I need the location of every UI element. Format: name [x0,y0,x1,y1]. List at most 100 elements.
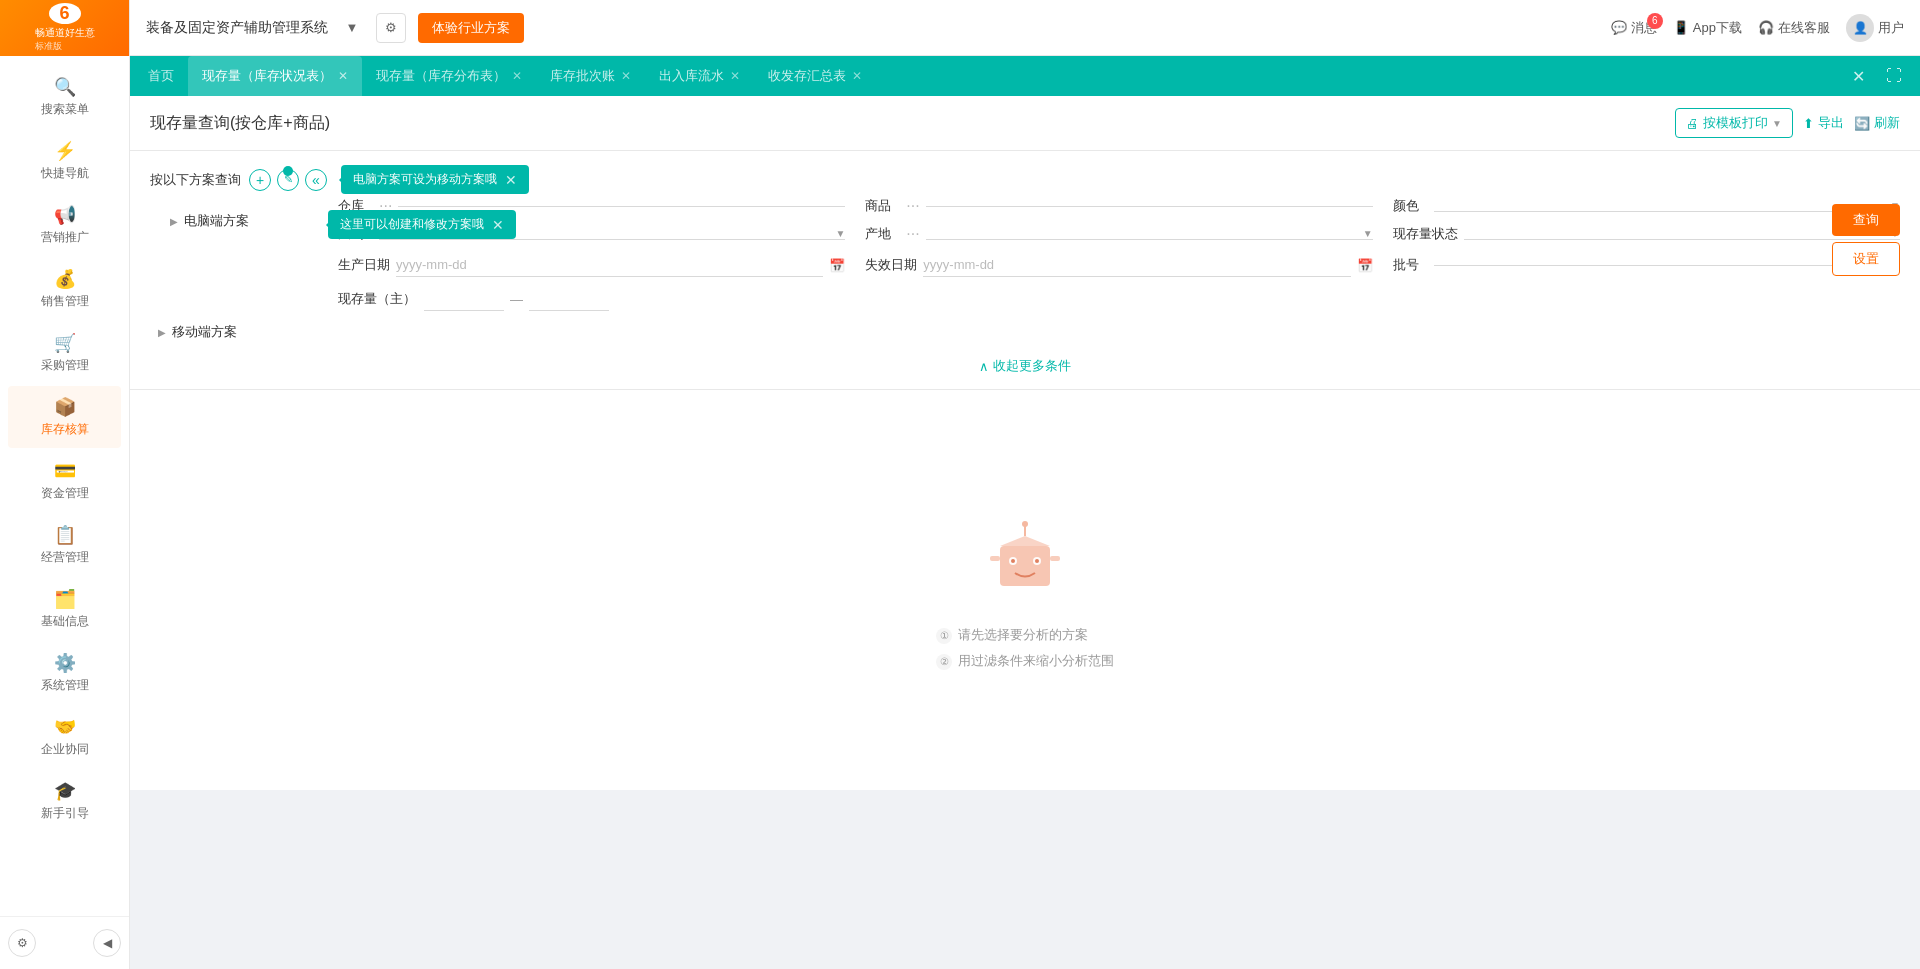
stock-main-from-input[interactable] [424,287,504,311]
tab-maximize-btn[interactable]: ⛶ [1880,62,1908,90]
tooltip1-text: 电脑方案可设为移动方案哦 [353,171,497,188]
app-download-btn[interactable]: 📱 App下载 [1673,19,1742,37]
guide-icon: 🎓 [54,780,76,802]
message-icon: 💬 [1611,20,1627,35]
tab-stock-dist-label: 现存量（库存分布表） [376,67,506,85]
sidebar-item-sales[interactable]: 💰 销售管理 [8,258,121,320]
tab-summary[interactable]: 收发存汇总表 ✕ [754,56,876,96]
sidebar-item-label: 快捷导航 [41,165,89,182]
filter-back-btn[interactable]: « [305,169,327,191]
size-dropdown[interactable]: ▼ [835,228,845,239]
sales-icon: 💰 [54,268,76,290]
goods-dots[interactable]: ··· [906,197,919,215]
tab-stock-dist-close[interactable]: ✕ [512,69,522,83]
tooltip1-close-btn[interactable]: ✕ [505,172,517,188]
service-icon: 🎧 [1758,20,1774,35]
sidebar-collapse-btn[interactable]: ◀ [93,929,121,957]
sidebar-item-finance[interactable]: 💳 资金管理 [8,450,121,512]
scheme-mobile[interactable]: ▶ 移动端方案 [158,315,1900,349]
tab-summary-close[interactable]: ✕ [852,69,862,83]
filter-batch: 批号 [1393,256,1900,274]
sidebar-item-system[interactable]: ⚙️ 系统管理 [8,642,121,704]
sidebar-item-search[interactable]: 🔍 搜索菜单 [8,66,121,128]
svg-rect-0 [1000,546,1050,586]
sidebar-item-quicknav[interactable]: ⚡ 快捷导航 [8,130,121,192]
scheme-arrow: ▶ [170,216,178,227]
data-area: 请先选择要分析的方案 用过滤条件来缩小分析范围 [130,390,1920,790]
filter-production-date: 生产日期 📅 [338,253,845,277]
tooltip2-text: 这里可以创建和修改方案哦 [340,216,484,233]
sidebar-item-operation[interactable]: 📋 经营管理 [8,514,121,576]
system-name: 装备及固定资产辅助管理系统 [146,19,328,37]
sidebar-item-inventory[interactable]: 📦 库存核算 [8,386,121,448]
svg-point-6 [1022,521,1028,527]
refresh-icon: 🔄 [1854,116,1870,131]
operation-icon: 📋 [54,524,76,546]
sidebar-item-basic[interactable]: 🗂️ 基础信息 [8,578,121,640]
collapse-btn[interactable]: ∧ 收起更多条件 [979,357,1071,375]
search-btn[interactable]: 查询 [1832,204,1900,236]
sidebar-item-label: 企业协同 [41,741,89,758]
header-settings-btn[interactable]: ⚙ [376,13,406,43]
message-btn[interactable]: 💬 消息 6 [1611,19,1657,37]
scheme-list: ▶ 电脑端方案 [158,204,318,238]
goods-label: 商品 [865,197,900,215]
filter-color: 颜色 ▼ [1393,197,1900,215]
expiry-date-input[interactable] [923,253,1350,277]
tab-stock-status[interactable]: 现存量（库存状况表） ✕ [188,56,362,96]
tab-flow-close[interactable]: ✕ [730,69,740,83]
sidebar-item-label: 经营管理 [41,549,89,566]
empty-state: 请先选择要分析的方案 用过滤条件来缩小分析范围 [936,506,1114,674]
tab-batch[interactable]: 库存批次账 ✕ [536,56,645,96]
filter-add-btn[interactable]: + [249,169,271,191]
sidebar-item-marketing[interactable]: 📢 营销推广 [8,194,121,256]
sidebar-item-label: 新手引导 [41,805,89,822]
tab-stock-status-close[interactable]: ✕ [338,69,348,83]
logo-icon: 6 [49,3,81,24]
tab-batch-close[interactable]: ✕ [621,69,631,83]
expiry-date-calendar-icon[interactable]: 📅 [1357,258,1373,273]
sidebar-item-label: 营销推广 [41,229,89,246]
sidebar-item-purchase[interactable]: 🛒 采购管理 [8,322,121,384]
production-date-label: 生产日期 [338,256,390,274]
origin-dots[interactable]: ··· [906,225,919,243]
origin-dropdown[interactable]: ▼ [1363,228,1373,239]
tab-close-all-btn[interactable]: ✕ [1844,62,1872,90]
production-date-calendar-icon[interactable]: 📅 [829,258,845,273]
tooltip2-close-btn[interactable]: ✕ [492,217,504,233]
filter-expiry-date: 失效日期 📅 [865,253,1372,277]
header-right: 💬 消息 6 📱 App下载 🎧 在线客服 👤 用户 [1611,14,1904,42]
filter-area: 按以下方案查询 + ✎ « 电脑方案可设为移动方案哦 ✕ [130,151,1920,390]
sidebar-item-enterprise[interactable]: 🤝 企业协同 [8,706,121,768]
svg-point-3 [1011,559,1015,563]
tab-home-label: 首页 [148,67,174,85]
main-area: 装备及固定资产辅助管理系统 ▼ ⚙ 体验行业方案 💬 消息 6 📱 App下载 … [130,0,1920,969]
svg-point-4 [1035,559,1039,563]
refresh-btn[interactable]: 🔄 刷新 [1854,114,1900,132]
scheme-desktop[interactable]: ▶ 电脑端方案 [158,204,318,238]
sidebar-settings-btn[interactable]: ⚙ [8,929,36,957]
svg-rect-8 [1050,556,1060,561]
tabs-bar: 首页 现存量（库存状况表） ✕ 现存量（库存分布表） ✕ 库存批次账 ✕ 出入库… [130,56,1920,96]
tooltip-create-scheme: 这里可以创建和修改方案哦 ✕ [328,210,516,239]
export-btn[interactable]: ⬆ 导出 [1803,114,1844,132]
industry-btn[interactable]: 体验行业方案 [418,13,524,43]
filter-stock-status: 现存量状态 ▼ [1393,225,1900,243]
filter-fields: 仓库 ··· 商品 ··· 颜色 ▼ [338,197,1900,311]
tab-stock-status-label: 现存量（库存状况表） [202,67,332,85]
enterprise-icon: 🤝 [54,716,76,738]
tab-stock-dist[interactable]: 现存量（库存分布表） ✕ [362,56,536,96]
tab-home[interactable]: 首页 [134,56,188,96]
template-print-btn[interactable]: 🖨 按模板打印 ▼ [1675,108,1793,138]
stock-main-to-input[interactable] [529,287,609,311]
set-btn[interactable]: 设置 [1832,242,1900,276]
tab-flow[interactable]: 出入库流水 ✕ [645,56,754,96]
user-btn[interactable]: 👤 用户 [1846,14,1904,42]
system-dropdown-btn[interactable]: ▼ [340,16,364,40]
filter-action-buttons: 查询 设置 [1832,204,1900,276]
online-service-label: 在线客服 [1778,19,1830,37]
online-service-btn[interactable]: 🎧 在线客服 [1758,19,1830,37]
sidebar-item-guide[interactable]: 🎓 新手引导 [8,770,121,832]
header: 装备及固定资产辅助管理系统 ▼ ⚙ 体验行业方案 💬 消息 6 📱 App下载 … [130,0,1920,56]
production-date-input[interactable] [396,253,823,277]
